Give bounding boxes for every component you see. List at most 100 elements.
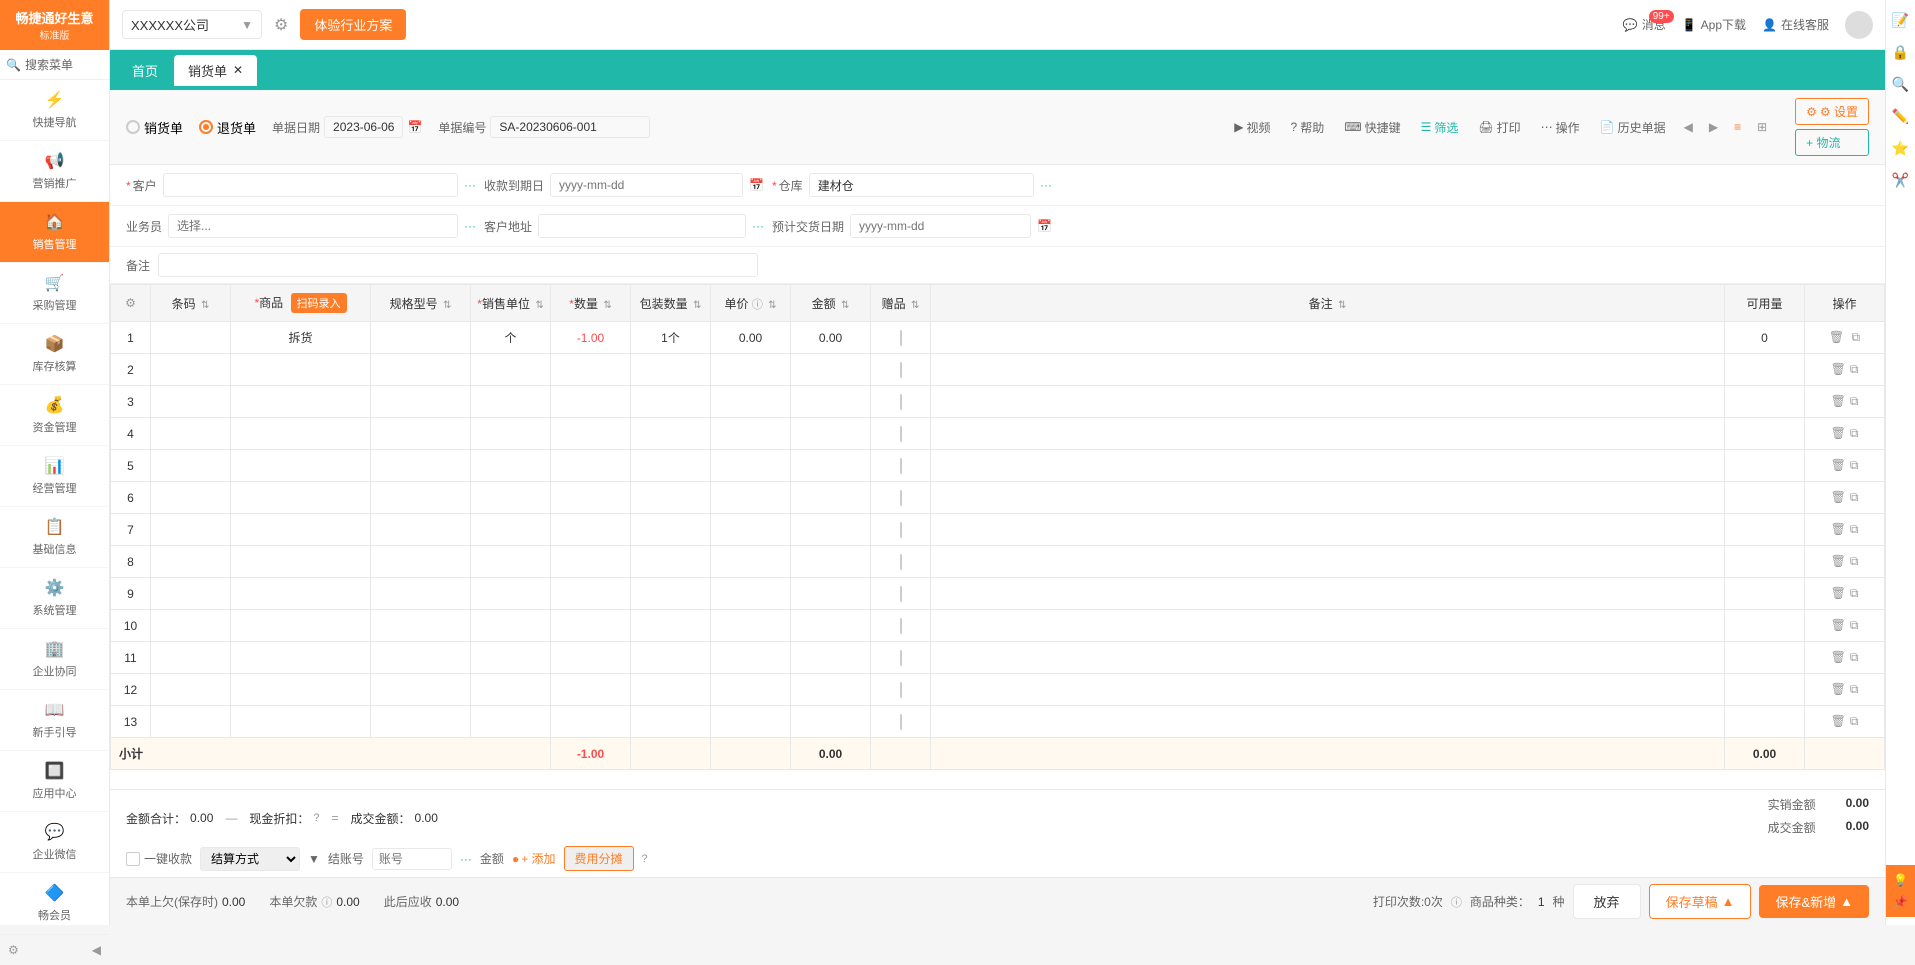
grid-view-icon[interactable]: ⊞ bbox=[1753, 118, 1771, 136]
expense-btn[interactable]: 费用分摊 bbox=[564, 846, 634, 871]
copy-icon[interactable]: ⧉ bbox=[1850, 458, 1859, 472]
delete-icon[interactable]: 🗑 bbox=[1829, 330, 1844, 344]
delete-icon[interactable]: 🗑 bbox=[1831, 426, 1846, 440]
delete-icon[interactable]: 🗑 bbox=[1831, 490, 1846, 504]
right-tool-star[interactable]: ⭐ bbox=[1889, 136, 1913, 160]
one-click-payment-label[interactable]: 一键收款 bbox=[126, 850, 192, 867]
copy-icon[interactable]: ⧉ bbox=[1850, 586, 1859, 600]
copy-icon[interactable]: ⧉ bbox=[1850, 522, 1859, 536]
logistics-button[interactable]: + 物流 bbox=[1795, 129, 1869, 156]
sidebar-item-business[interactable]: 📊 经营管理 bbox=[0, 446, 109, 507]
remarks-input[interactable] bbox=[158, 253, 758, 277]
company-selector[interactable]: XXXXXX公司 ▼ bbox=[122, 10, 262, 39]
cell-product[interactable] bbox=[231, 354, 371, 386]
app-download-btn[interactable]: 📱 App下载 bbox=[1682, 16, 1746, 33]
right-tool-zoom[interactable]: 🔍 bbox=[1889, 72, 1913, 96]
scan-btn[interactable]: 扫码录入 bbox=[291, 293, 347, 313]
right-tool-bottom-1[interactable]: 💡 bbox=[1893, 873, 1908, 887]
nav-prev-icon[interactable]: ◀ bbox=[1680, 118, 1697, 136]
one-click-checkbox[interactable] bbox=[126, 852, 140, 866]
avatar[interactable] bbox=[1845, 11, 1873, 39]
sort-icon-amount[interactable]: ⇅ bbox=[841, 300, 849, 311]
online-service-btn[interactable]: 👤 在线客服 bbox=[1762, 16, 1829, 33]
gear-icon-sm[interactable]: ⚙ bbox=[125, 296, 136, 310]
copy-icon[interactable]: ⧉ bbox=[1850, 618, 1859, 632]
warehouse-dots[interactable]: ··· bbox=[1040, 178, 1052, 192]
delete-icon[interactable]: 🗑 bbox=[1831, 650, 1846, 664]
ops-btn[interactable]: ⋯ 操作 bbox=[1535, 117, 1586, 138]
sidebar-item-quick-nav[interactable]: ⚡ 快捷导航 bbox=[0, 80, 109, 141]
discard-btn[interactable]: 放弃 bbox=[1573, 884, 1641, 919]
tab-home[interactable]: 首页 bbox=[118, 55, 172, 86]
expected-date-input[interactable] bbox=[850, 214, 1031, 238]
radio-return[interactable]: 退货单 bbox=[199, 118, 256, 137]
copy-icon[interactable]: ⧉ bbox=[1850, 362, 1859, 376]
save-draft-chevron[interactable]: ▲ bbox=[1722, 894, 1735, 909]
customer-addr-dots[interactable]: ··· bbox=[752, 219, 764, 233]
sidebar-item-wechat[interactable]: 💬 企业微信 bbox=[0, 812, 109, 873]
cell-remark[interactable] bbox=[931, 322, 1725, 354]
right-tool-cut[interactable]: ✂️ bbox=[1889, 168, 1913, 192]
nav-next-icon[interactable]: ▶ bbox=[1705, 118, 1722, 136]
delete-icon[interactable]: 🗑 bbox=[1831, 394, 1846, 408]
gift-checkbox[interactable] bbox=[900, 330, 902, 346]
debt-info-icon[interactable]: ⓘ bbox=[321, 894, 332, 910]
customer-input[interactable] bbox=[163, 173, 458, 197]
cell-pack[interactable]: 1个 bbox=[631, 322, 711, 354]
customer-addr-input[interactable] bbox=[538, 214, 746, 238]
sort-icon[interactable]: ⇅ bbox=[201, 300, 209, 311]
copy-icon[interactable]: ⧉ bbox=[1850, 426, 1859, 440]
sort-icon-remark[interactable]: ⇅ bbox=[1338, 300, 1346, 311]
receive-date-calendar-icon[interactable]: 📅 bbox=[749, 178, 764, 192]
account-dots[interactable]: ··· bbox=[460, 852, 472, 866]
list-view-icon[interactable]: ≡ bbox=[1730, 118, 1745, 136]
product-types-icon[interactable]: ⓘ bbox=[1451, 894, 1462, 910]
right-tool-pen[interactable]: ✏️ bbox=[1889, 104, 1913, 128]
help-btn[interactable]: ? 帮助 bbox=[1285, 117, 1331, 138]
delete-icon[interactable]: 🗑 bbox=[1831, 522, 1846, 536]
cell-barcode[interactable] bbox=[151, 322, 231, 354]
sidebar-item-finance[interactable]: 💰 资金管理 bbox=[0, 385, 109, 446]
cell-barcode[interactable] bbox=[151, 354, 231, 386]
sidebar-settings-icon[interactable]: ⚙ bbox=[8, 943, 19, 957]
sort-icon-unit[interactable]: ⇅ bbox=[535, 300, 543, 311]
save-new-btn[interactable]: 保存&新增 ▲ bbox=[1759, 885, 1869, 918]
right-tool-lock[interactable]: 🔒 bbox=[1889, 40, 1913, 64]
delete-icon[interactable]: 🗑 bbox=[1831, 714, 1846, 728]
salesman-dots[interactable]: ··· bbox=[464, 219, 476, 233]
payment-method-select[interactable]: 结算方式 bbox=[200, 847, 300, 871]
cell-gift[interactable] bbox=[871, 322, 931, 354]
table-container[interactable]: ⚙ 条码 ⇅ *商品 扫码录入 规格型号 bbox=[110, 284, 1885, 789]
salesman-input[interactable] bbox=[168, 214, 458, 238]
expected-date-calendar-icon[interactable]: 📅 bbox=[1037, 219, 1052, 233]
sort-icon-qty[interactable]: ⇅ bbox=[603, 300, 611, 311]
date-value[interactable]: 2023-06-06 bbox=[324, 116, 403, 138]
save-new-chevron[interactable]: ▲ bbox=[1840, 894, 1853, 909]
radio-sales[interactable]: 销货单 bbox=[126, 118, 183, 137]
sidebar-item-system[interactable]: ⚙️ 系统管理 bbox=[0, 568, 109, 629]
sidebar-item-marketing[interactable]: 📢 营销推广 bbox=[0, 141, 109, 202]
sidebar-collapse-icon[interactable]: ◀ bbox=[92, 943, 101, 957]
print-btn[interactable]: 🖨 打印 bbox=[1472, 117, 1526, 138]
copy-icon[interactable]: ⧉ bbox=[1852, 330, 1861, 344]
cell-qty[interactable]: -1.00 bbox=[551, 322, 631, 354]
cell-price[interactable]: 0.00 bbox=[711, 322, 791, 354]
sort-icon-pack[interactable]: ⇅ bbox=[693, 300, 701, 311]
copy-icon[interactable]: ⧉ bbox=[1850, 554, 1859, 568]
right-tool-bottom-2[interactable]: 📌 bbox=[1893, 895, 1908, 909]
sidebar-item-guide[interactable]: 📖 新手引导 bbox=[0, 690, 109, 751]
sort-icon-gift[interactable]: ⇅ bbox=[911, 300, 919, 311]
tab-close-icon[interactable]: ✕ bbox=[233, 63, 243, 77]
settings-button[interactable]: ⚙ ⚙ 设置 bbox=[1795, 98, 1869, 125]
delete-icon[interactable]: 🗑 bbox=[1831, 554, 1846, 568]
add-payment-btn[interactable]: ● + 添加 bbox=[512, 850, 556, 867]
copy-icon[interactable]: ⧉ bbox=[1850, 650, 1859, 664]
sort-icon-price[interactable]: ⇅ bbox=[768, 300, 776, 311]
shortcut-btn[interactable]: ⌨ 快捷键 bbox=[1338, 117, 1406, 138]
discount-info-icon[interactable]: ? bbox=[313, 812, 319, 824]
history-btn[interactable]: 📄 历史单据 bbox=[1594, 117, 1672, 138]
sidebar-item-enterprise[interactable]: 🏢 企业协同 bbox=[0, 629, 109, 690]
receive-date-input[interactable] bbox=[550, 173, 743, 197]
cell-amount[interactable]: 0.00 bbox=[791, 322, 871, 354]
copy-icon[interactable]: ⧉ bbox=[1850, 714, 1859, 728]
